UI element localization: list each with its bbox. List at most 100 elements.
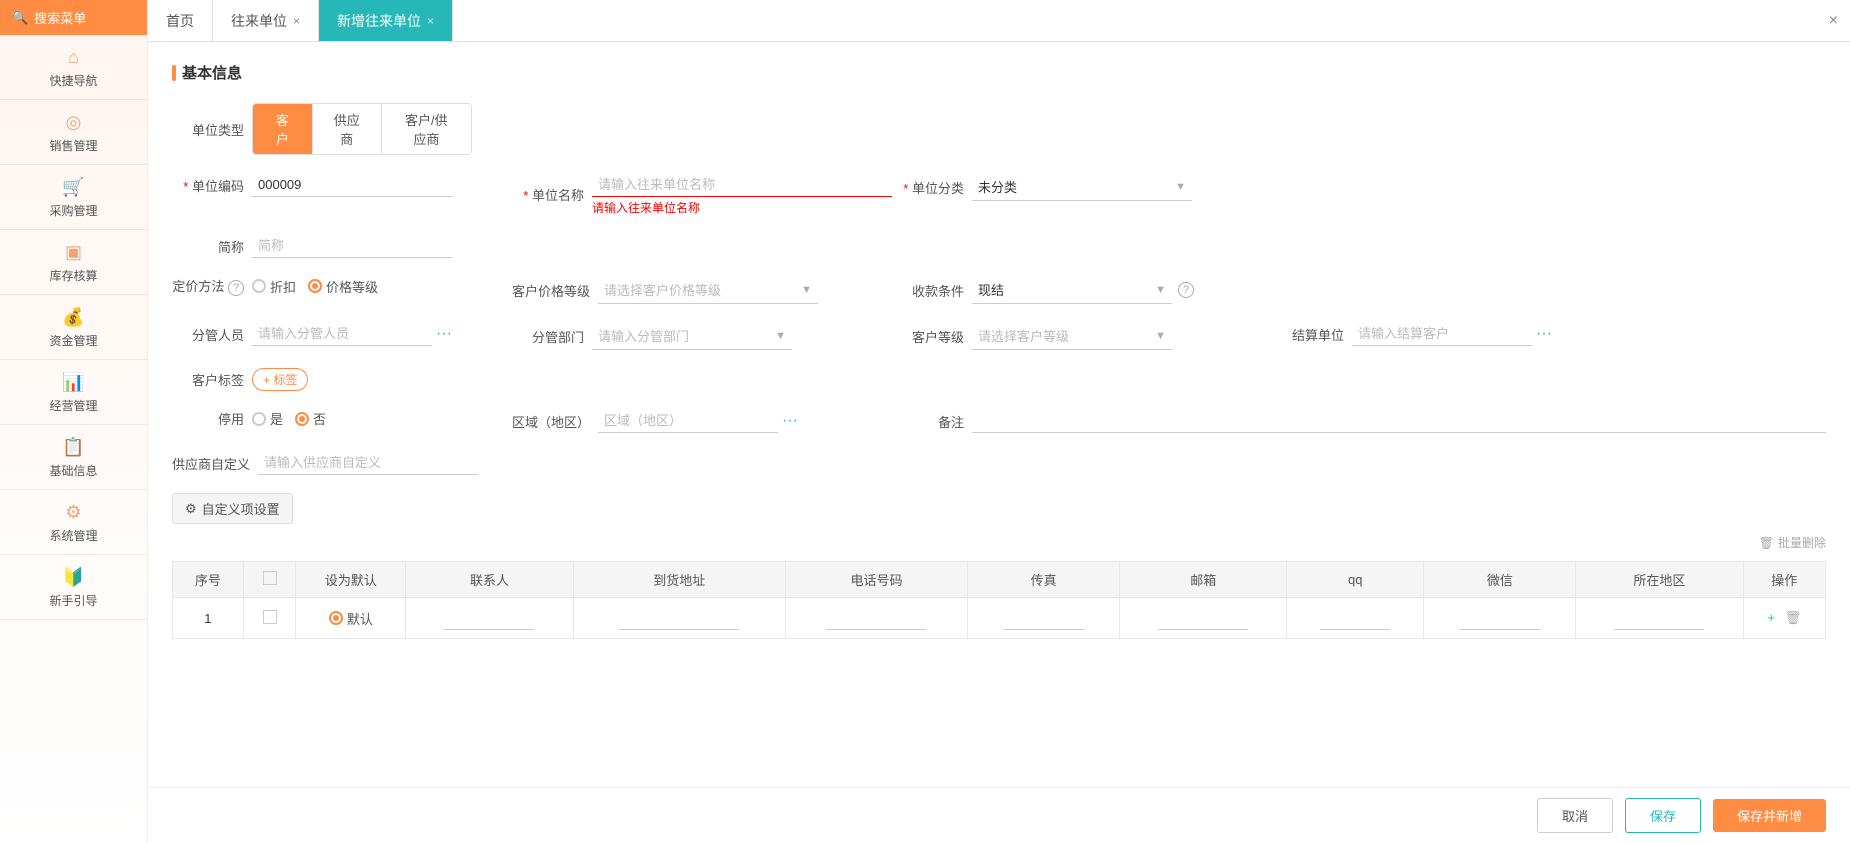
row-default-radio[interactable]: 默认 xyxy=(306,609,395,628)
manager-field: 分管人员 ··· xyxy=(172,322,512,346)
sidebar-item-basic-info[interactable]: 📋 基础信息 xyxy=(0,425,147,490)
search-menu-item[interactable]: 🔍 搜索菜单 xyxy=(0,0,147,35)
tab-new-partner-label: 新增往来单位 xyxy=(337,11,421,31)
select-all-checkbox[interactable] xyxy=(263,571,277,585)
wechat-input[interactable] xyxy=(1460,606,1540,630)
basic-info-icon: 📋 xyxy=(62,437,84,458)
disabled-radio-no[interactable]: 否 xyxy=(295,409,326,428)
unit-category-select[interactable]: 未分类 ▼ xyxy=(972,173,1192,201)
supplier-custom-input[interactable] xyxy=(258,451,478,475)
sidebar-item-finance[interactable]: 💰 资金管理 xyxy=(0,295,147,360)
disabled-radio-yes[interactable]: 是 xyxy=(252,409,283,428)
custom-settings-button[interactable]: ⚙ 自定义项设置 xyxy=(172,493,293,524)
pricing-help-icon[interactable]: ? xyxy=(228,280,244,296)
customer-price-placeholder: 请选择客户价格等级 xyxy=(604,280,797,299)
remark-input[interactable] xyxy=(972,409,1826,433)
tag-add-button[interactable]: + 标签 xyxy=(252,368,308,391)
address-input[interactable] xyxy=(619,606,739,630)
sidebar-item-label: 快捷导航 xyxy=(49,72,97,89)
sidebar-item-inventory[interactable]: ▣ 库存核算 xyxy=(0,230,147,295)
abbr-input[interactable] xyxy=(252,234,452,258)
sidebar-item-guide[interactable]: 🔰 新手引导 xyxy=(0,555,147,620)
payment-select[interactable]: 现结 ▼ xyxy=(972,276,1172,304)
discount-radio-circle xyxy=(252,279,266,293)
payment-label: 收款条件 xyxy=(892,281,972,300)
settlement-more-btn[interactable]: ··· xyxy=(1532,325,1556,343)
unit-code-input[interactable] xyxy=(252,173,452,197)
customer-level-select[interactable]: 请选择客户等级 ▼ xyxy=(972,322,1172,350)
type-btn-customer[interactable]: 客户 xyxy=(253,104,313,154)
pricing-radio-discount[interactable]: 折扣 xyxy=(252,277,296,296)
home-icon: ⌂ xyxy=(68,47,79,68)
contact-input[interactable] xyxy=(444,606,534,630)
unit-type-btn-group: 客户 供应商 客户/供应商 xyxy=(252,103,472,155)
row-address xyxy=(573,598,785,639)
sidebar-item-label: 新手引导 xyxy=(49,592,97,609)
supplier-custom-field: 供应商自定义 xyxy=(172,451,572,475)
manager-more-btn[interactable]: ··· xyxy=(432,325,456,343)
qq-input[interactable] xyxy=(1320,606,1390,630)
remark-field: 备注 xyxy=(892,409,1826,433)
type-btn-supplier[interactable]: 供应商 xyxy=(313,104,382,154)
pricing-radio-level[interactable]: 价格等级 xyxy=(308,277,378,296)
tab-new-partner-close[interactable]: × xyxy=(427,14,434,28)
close-all-tabs[interactable]: × xyxy=(1817,12,1850,30)
chevron-down-icon: ▼ xyxy=(775,330,786,342)
remark-label: 备注 xyxy=(892,412,972,431)
abbr-label: 简称 xyxy=(172,237,252,256)
row-qq xyxy=(1287,598,1424,639)
custom-settings-area: ⚙ 自定义项设置 xyxy=(172,493,1826,524)
sidebar-item-purchase[interactable]: 🛒 采购管理 xyxy=(0,165,147,230)
unit-type-field: 单位类型 客户 供应商 客户/供应商 xyxy=(172,103,472,155)
dept-select[interactable]: 请输入分管部门 ▼ xyxy=(592,322,792,350)
pricing-field: 定价方法 ? 折扣 价格等级 xyxy=(172,276,512,296)
form-content: 基本信息 单位类型 客户 供应商 客户/供应商 * 单位编码 xyxy=(148,42,1850,787)
customer-price-select[interactable]: 请选择客户价格等级 ▼ xyxy=(598,276,818,304)
dept-label: 分管部门 xyxy=(512,327,592,346)
delete-row-icon[interactable]: 🗑 xyxy=(1785,610,1802,625)
cancel-button[interactable]: 取消 xyxy=(1537,798,1613,833)
sidebar-item-system[interactable]: ⚙ 系统管理 xyxy=(0,490,147,555)
email-input[interactable] xyxy=(1158,606,1248,630)
sidebar-item-quick-nav[interactable]: ⌂ 快捷导航 xyxy=(0,35,147,100)
tag-row: 客户标签 + 标签 xyxy=(172,368,1826,391)
trash-icon: 🗑 xyxy=(1759,536,1774,550)
manager-input[interactable] xyxy=(252,322,432,346)
col-checkbox xyxy=(243,562,296,598)
location-input[interactable] xyxy=(1614,606,1704,630)
default-radio-circle xyxy=(329,611,343,625)
sidebar-item-operation[interactable]: 📊 经营管理 xyxy=(0,360,147,425)
fax-input[interactable] xyxy=(1004,606,1084,630)
col-contact: 联系人 xyxy=(406,562,573,598)
col-location: 所在地区 xyxy=(1576,562,1743,598)
row-checkbox[interactable] xyxy=(263,610,277,624)
tab-new-partner[interactable]: 新增往来单位 × xyxy=(319,0,453,41)
col-num: 序号 xyxy=(173,562,244,598)
manager-row: 分管人员 ··· 分管部门 请输入分管部门 ▼ 客户等级 请选择客户等级 ▼ xyxy=(172,322,1826,350)
region-more-btn[interactable]: ··· xyxy=(778,412,802,430)
add-row-icon[interactable]: + xyxy=(1767,610,1775,625)
sidebar-item-sales[interactable]: ◎ 销售管理 xyxy=(0,100,147,165)
tab-partners-close[interactable]: × xyxy=(293,14,300,28)
region-input[interactable] xyxy=(598,409,778,433)
contact-table: 序号 设为默认 联系人 到货地址 电话号码 传真 邮箱 qq 微信 所在地区 操… xyxy=(172,561,1826,639)
tab-home[interactable]: 首页 xyxy=(148,0,213,41)
purchase-icon: 🛒 xyxy=(62,177,84,198)
tag-label: 客户标签 xyxy=(172,370,252,389)
search-icon: 🔍 xyxy=(12,10,28,26)
save-new-button[interactable]: 保存并新增 xyxy=(1713,799,1826,832)
settlement-input[interactable] xyxy=(1352,322,1532,346)
type-btn-both[interactable]: 客户/供应商 xyxy=(382,104,471,154)
row-location xyxy=(1576,598,1743,639)
tab-partners[interactable]: 往来单位 × xyxy=(213,0,319,41)
table-row: 1 默认 xyxy=(173,598,1826,639)
payment-help-icon[interactable]: ? xyxy=(1178,282,1194,298)
pricing-row: 定价方法 ? 折扣 价格等级 客户价格等级 xyxy=(172,276,1826,304)
row-checkbox-cell xyxy=(243,598,296,639)
finance-icon: 💰 xyxy=(62,307,84,328)
region-label: 区域（地区） xyxy=(512,412,598,431)
unit-name-input[interactable] xyxy=(592,173,892,197)
phone-input[interactable] xyxy=(826,606,926,630)
batch-delete-label[interactable]: 批量删除 xyxy=(1778,534,1826,551)
save-button[interactable]: 保存 xyxy=(1625,798,1701,833)
